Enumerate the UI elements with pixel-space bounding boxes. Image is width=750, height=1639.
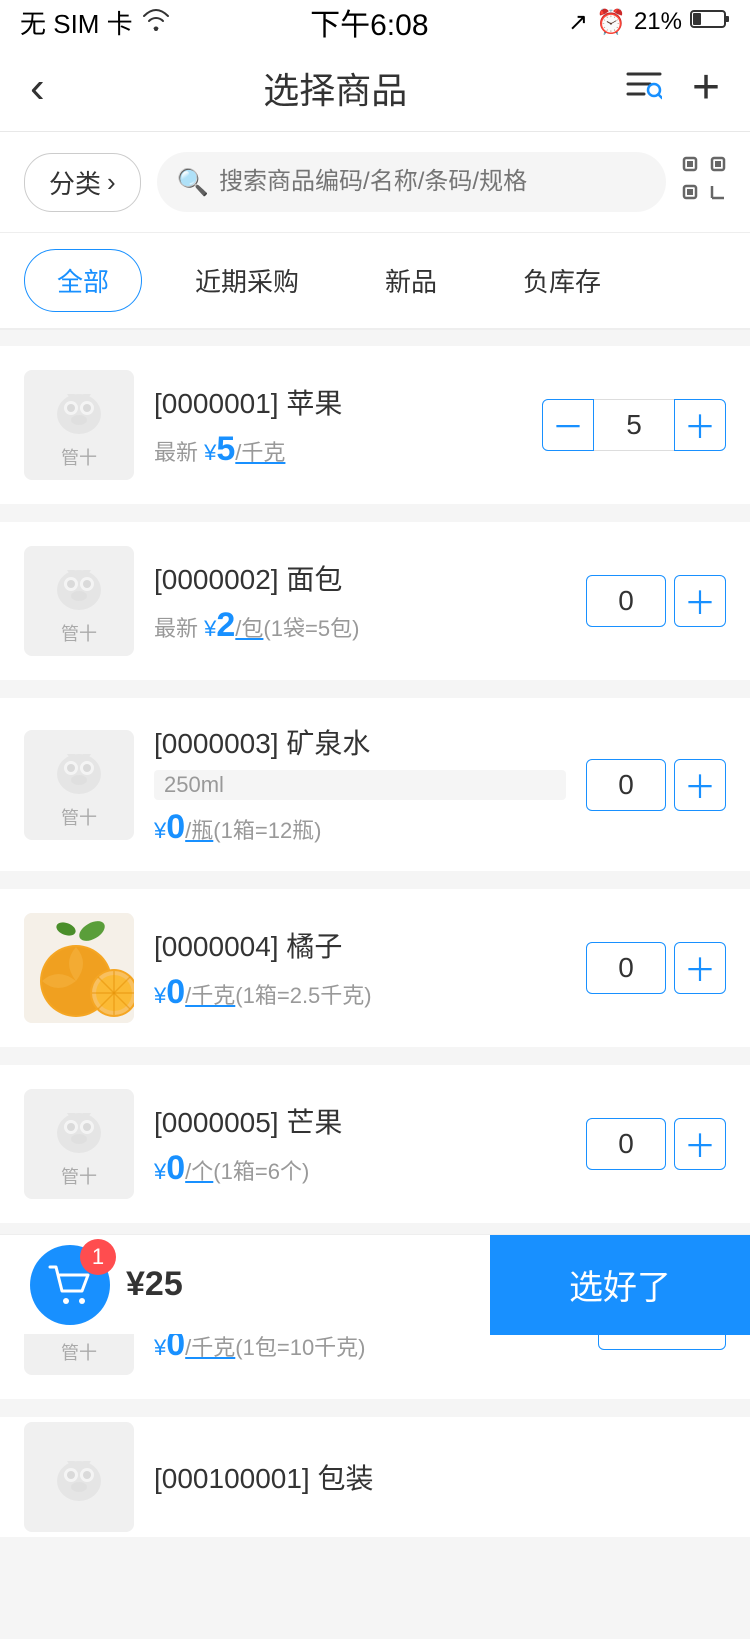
status-right: ↗ ⏰ 21%	[568, 8, 730, 37]
product-price-orange: ¥0/千克(1箱=2.5千克)	[154, 973, 566, 1012]
cart-area: 1 ¥25	[0, 1245, 213, 1325]
product-thumb-apple: 管十	[24, 370, 134, 480]
tab-recent[interactable]: 近期采购	[162, 249, 332, 312]
confirm-button[interactable]: 选好了	[490, 1235, 750, 1335]
product-info-orange: [0000004] 橘子 ¥0/千克(1箱=2.5千克)	[154, 925, 566, 1012]
qty-controls-water: ＋	[586, 759, 726, 811]
back-button[interactable]: ‹	[30, 63, 45, 113]
qty-input-water[interactable]	[586, 759, 666, 811]
tab-row: 全部 近期采购 新品 负库存	[0, 233, 750, 330]
status-time: 下午6:08	[310, 0, 428, 44]
divider-p4	[0, 1049, 750, 1065]
search-icon: 🔍	[177, 167, 209, 198]
owl-placeholder-2: 管十	[49, 556, 109, 646]
product-spec-water: 250ml	[154, 770, 566, 800]
qty-controls-mango: ＋	[586, 1118, 726, 1170]
tab-negative[interactable]: 负库存	[490, 249, 634, 312]
qty-minus-apple[interactable]: －	[542, 399, 594, 451]
product-info-apple: [0000001] 苹果 最新 ¥5/千克	[154, 382, 522, 469]
product-thumb-bread: 管十	[24, 546, 134, 656]
product-thumb-water: 管十	[24, 730, 134, 840]
confirm-label: 选好了	[569, 1260, 671, 1309]
product-thumb-mango: 管十	[24, 1089, 134, 1199]
nav-actions: +	[626, 60, 720, 115]
battery-label: 21%	[634, 8, 682, 36]
product-item-pack: [000100001] 包装	[0, 1417, 750, 1537]
product-name-water: [0000003] 矿泉水	[154, 722, 566, 762]
cart-badge: 1	[80, 1239, 116, 1275]
qty-plus-apple[interactable]: ＋	[674, 399, 726, 451]
product-price-bread: 最新 ¥2/包(1袋=5包)	[154, 606, 566, 645]
qty-controls-bread: ＋	[586, 575, 726, 627]
product-info-bread: [0000002] 面包 最新 ¥2/包(1袋=5包)	[154, 558, 566, 645]
product-item-bread: 管十 [0000002] 面包 最新 ¥2/包(1袋=5包) ＋	[0, 522, 750, 680]
divider-p3	[0, 873, 750, 889]
product-price-mango: ¥0/个(1箱=6个)	[154, 1149, 566, 1188]
qty-input-bread[interactable]	[586, 575, 666, 627]
product-name-bread: [0000002] 面包	[154, 558, 566, 598]
product-name-pack: [000100001] 包装	[154, 1457, 726, 1497]
tab-all-label: 全部	[57, 267, 109, 297]
qty-plus-water[interactable]: ＋	[674, 759, 726, 811]
product-name-apple: [0000001] 苹果	[154, 382, 522, 422]
bottom-spacer	[0, 1539, 750, 1639]
status-left: 无 SIM 卡	[20, 4, 171, 41]
product-item-orange: [0000004] 橘子 ¥0/千克(1箱=2.5千克) ＋	[0, 889, 750, 1047]
product-price-water: ¥0/瓶(1箱=12瓶)	[154, 808, 566, 847]
category-button[interactable]: 分类 ›	[24, 153, 141, 212]
search-input[interactable]	[219, 168, 646, 196]
product-item-water: 管十 [0000003] 矿泉水 250ml ¥0/瓶(1箱=12瓶) ＋	[0, 698, 750, 871]
tab-recent-label: 近期采购	[195, 267, 299, 297]
divider-1	[0, 330, 750, 346]
filter-row: 分类 › 🔍	[0, 132, 750, 233]
product-info-mango: [0000005] 芒果 ¥0/个(1箱=6个)	[154, 1101, 566, 1188]
status-bar: 无 SIM 卡 下午6:08 ↗ ⏰ 21%	[0, 0, 750, 44]
qty-plus-orange[interactable]: ＋	[674, 942, 726, 994]
divider-p2	[0, 682, 750, 698]
tab-negative-label: 负库存	[523, 267, 601, 297]
qty-input-mango[interactable]	[586, 1118, 666, 1170]
qty-input-apple[interactable]	[594, 399, 674, 451]
location-icon: ↗	[568, 8, 588, 37]
qty-plus-bread[interactable]: ＋	[674, 575, 726, 627]
owl-placeholder: 管十	[49, 380, 109, 470]
add-button[interactable]: +	[692, 60, 720, 115]
divider-p1	[0, 506, 750, 522]
product-item-apple: 管十 [0000001] 苹果 最新 ¥5/千克 － ＋	[0, 346, 750, 504]
battery-icon	[690, 8, 730, 37]
divider-p6	[0, 1401, 750, 1417]
alarm-icon: ⏰	[596, 8, 626, 37]
tab-new-label: 新品	[385, 267, 437, 297]
product-info-pack: [000100001] 包装	[154, 1457, 726, 1497]
qty-input-orange[interactable]	[586, 942, 666, 994]
qty-controls-orange: ＋	[586, 942, 726, 994]
product-price-apple: 最新 ¥5/千克	[154, 430, 522, 469]
search-box: 🔍	[157, 152, 666, 212]
qty-plus-mango[interactable]: ＋	[674, 1118, 726, 1170]
page-title: 选择商品	[263, 62, 407, 114]
tab-all[interactable]: 全部	[24, 249, 142, 312]
cart-icon-wrap[interactable]: 1	[30, 1245, 110, 1325]
nav-bar: ‹ 选择商品 +	[0, 44, 750, 132]
sim-label: 无 SIM 卡	[20, 4, 133, 41]
product-info-water: [0000003] 矿泉水 250ml ¥0/瓶(1箱=12瓶)	[154, 722, 566, 847]
product-item-mango: 管十 [0000005] 芒果 ¥0/个(1箱=6个) ＋	[0, 1065, 750, 1223]
product-list: 管十 [0000001] 苹果 最新 ¥5/千克 － ＋	[0, 346, 750, 1537]
qty-controls-apple: － ＋	[542, 399, 726, 451]
tab-new[interactable]: 新品	[352, 249, 470, 312]
category-label: 分类	[49, 164, 101, 201]
filter-icon[interactable]	[626, 65, 662, 110]
chevron-right-icon: ›	[107, 167, 116, 198]
product-name-mango: [0000005] 芒果	[154, 1101, 566, 1141]
scan-icon[interactable]	[682, 156, 726, 209]
brand-text: 管十	[61, 444, 97, 470]
product-name-orange: [0000004] 橘子	[154, 925, 566, 965]
bottom-bar: 1 ¥25 选好了	[0, 1234, 750, 1334]
product-thumb-pack	[24, 1422, 134, 1532]
product-thumb-orange	[24, 913, 134, 1023]
cart-total: ¥25	[126, 1265, 183, 1304]
wifi-icon	[141, 7, 171, 38]
